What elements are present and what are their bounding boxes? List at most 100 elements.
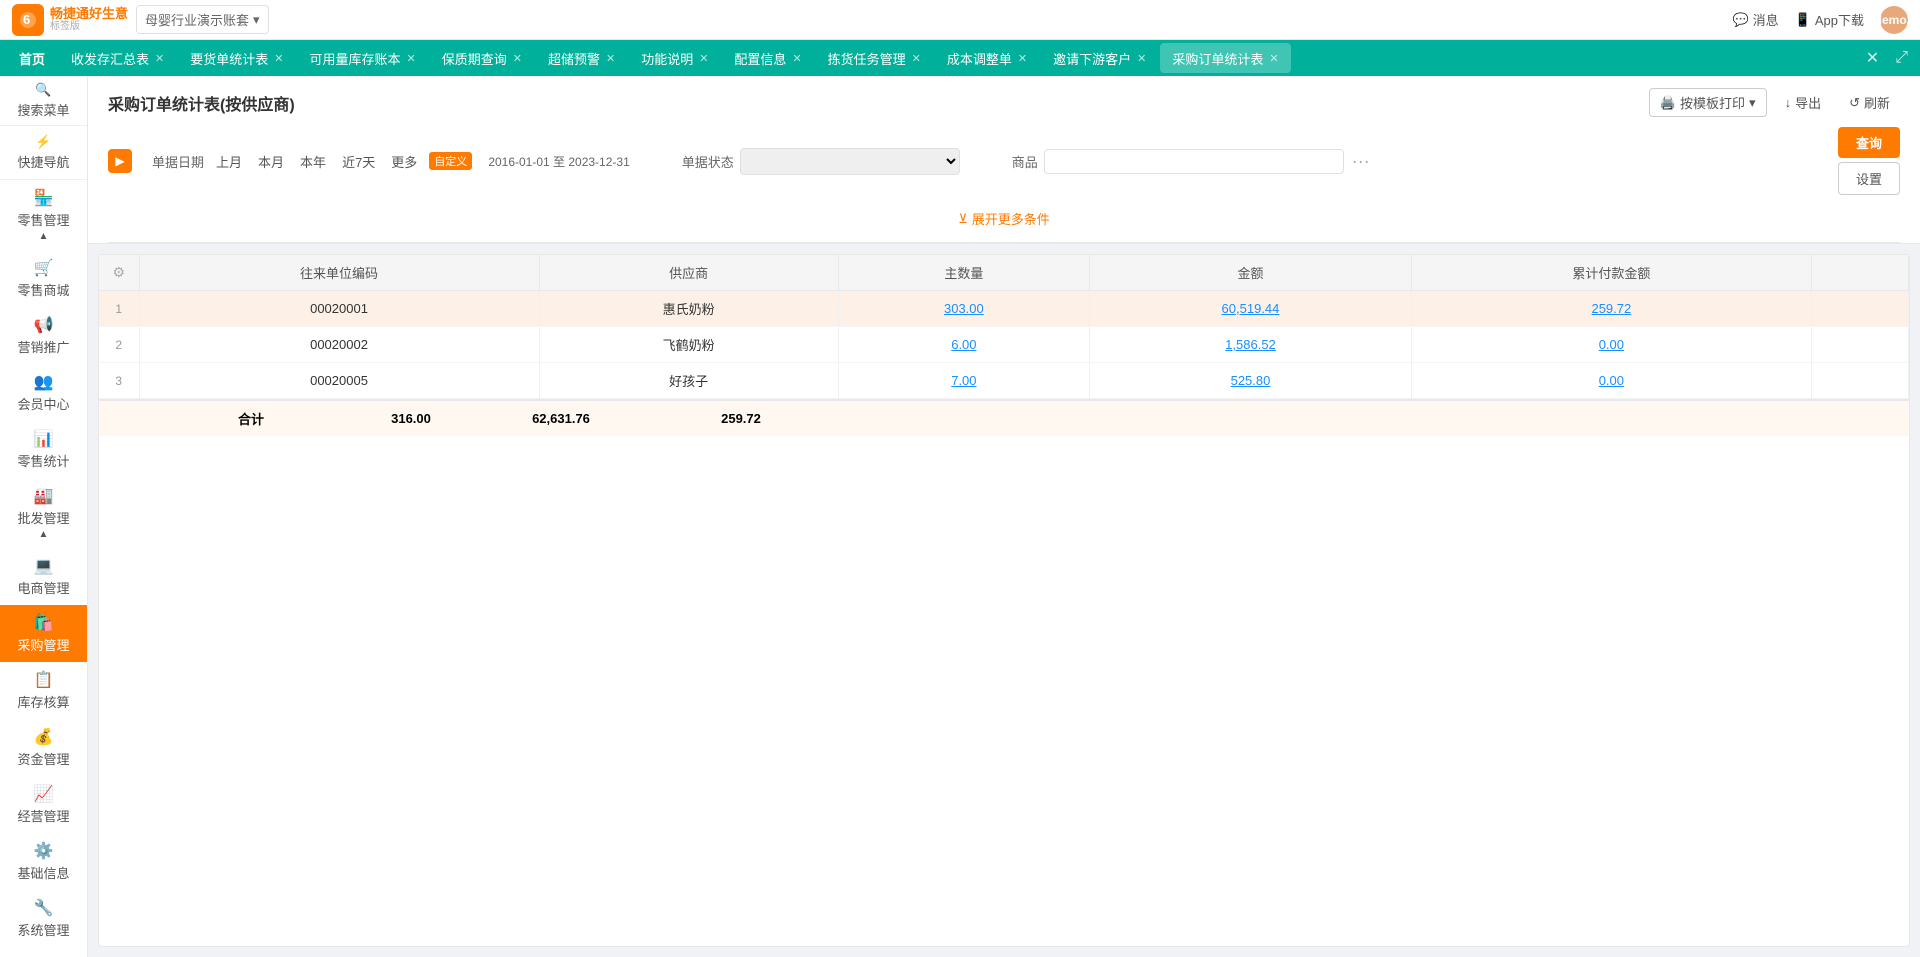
- sidebar-item-ecommerce[interactable]: 💻电商管理: [0, 548, 87, 605]
- filter-btn-this-year[interactable]: 本年: [294, 150, 332, 173]
- nav-tab-label: 邀请下游客户: [1053, 49, 1131, 68]
- nav-tab-close-icon[interactable]: ✕: [1018, 52, 1027, 65]
- search-icon: 🔍: [35, 82, 51, 98]
- content-area: 采购订单统计表(按供应商) 🖨️ 按模板打印 ▾ ↓ 导出 ↺ 刷新: [88, 76, 1920, 957]
- nav-tab-close-icon[interactable]: ✕: [155, 52, 164, 65]
- nav-tab-close-icon[interactable]: ✕: [407, 52, 416, 65]
- app-download-action[interactable]: 📱 App下载: [1795, 10, 1864, 29]
- sidebar-quick-nav-section: ⚡ 快捷导航: [0, 126, 87, 180]
- cell-supplier: 飞鹤奶粉: [539, 327, 838, 363]
- sidebar-item-retail-stats[interactable]: 📊 零售统计: [0, 421, 87, 478]
- sidebar-label-system: 系统管理: [17, 920, 69, 939]
- nav-close-btn[interactable]: ✕: [1860, 46, 1885, 70]
- col-amount: 金额: [1090, 255, 1412, 291]
- sidebar-item-basic[interactable]: ⚙️基础信息: [0, 833, 87, 890]
- nav-tab-超储预警[interactable]: 超储预警✕: [536, 43, 627, 73]
- filter-expand-btn[interactable]: ⊻ 展开更多条件: [952, 203, 1056, 234]
- filter-btn-7days[interactable]: 近7天: [336, 150, 381, 173]
- col-paid: 累计付款金额: [1411, 255, 1811, 291]
- sidebar-item-member[interactable]: 👥会员中心: [0, 364, 87, 421]
- sidebar-item-retail-store[interactable]: 🛒零售商城: [0, 250, 87, 307]
- filter-toggle-arrow[interactable]: ▶: [108, 149, 132, 173]
- user-avatar[interactable]: demo2: [1880, 6, 1908, 34]
- filter-goods-input[interactable]: [1044, 149, 1344, 174]
- nav-tab-邀请下游客户[interactable]: 邀请下游客户 ✕: [1041, 43, 1158, 73]
- nav-tab-首页[interactable]: 首页: [7, 43, 57, 73]
- workspace-selector[interactable]: 母婴行业演示账套 ▾: [136, 5, 269, 34]
- nav-tab-可用量库存账本[interactable]: 可用量库存账本✕: [297, 43, 427, 73]
- search-menu-button[interactable]: 🔍 搜索菜单: [0, 76, 87, 125]
- nav-tab-要货单统计表[interactable]: 要货单统计表✕: [178, 43, 295, 73]
- sidebar-item-enterprise[interactable]: 🤝企业协同: [0, 947, 87, 957]
- sidebar-icon-marketing: 📢: [34, 315, 54, 335]
- nav-right-actions: ✕ ⤢: [1860, 46, 1914, 70]
- filter-btn-more[interactable]: 更多: [385, 150, 423, 173]
- nav-expand-btn[interactable]: ⤢: [1889, 47, 1914, 69]
- nav-tab-close-icon[interactable]: ✕: [606, 52, 615, 65]
- table-row[interactable]: 3 00020005 好孩子 7.00 525.80 0.00: [99, 363, 1909, 399]
- refresh-button[interactable]: ↺ 刷新: [1839, 89, 1900, 116]
- sidebar-arrow-icon: ▲: [39, 529, 49, 540]
- export-button[interactable]: ↓ 导出: [1775, 89, 1832, 116]
- sidebar-item-finance[interactable]: 💰资金管理: [0, 719, 87, 776]
- filter-btn-this-month[interactable]: 本月: [252, 150, 290, 173]
- sidebar-icon-inventory: 📋: [34, 670, 54, 690]
- sidebar-item-wholesale[interactable]: 🏭 批发管理 ▲: [0, 478, 87, 548]
- sidebar-label-retail-stats: 零售统计: [17, 451, 69, 470]
- settings-button[interactable]: 设置: [1838, 162, 1900, 195]
- col-settings: ⚙: [99, 255, 139, 291]
- sidebar-label-wholesale: 批发管理: [17, 508, 69, 527]
- cell-extra: [1811, 363, 1908, 399]
- sidebar-icon-retail-stats: 📊: [34, 429, 54, 449]
- query-button[interactable]: 查询: [1838, 127, 1900, 158]
- filter-ellipsis-btn[interactable]: ···: [1352, 152, 1370, 170]
- sidebar-item-quick-nav[interactable]: ⚡ 快捷导航: [0, 126, 87, 179]
- nav-tab-收发存汇总表[interactable]: 收发存汇总表✕: [59, 43, 176, 73]
- nav-tab-label: 成本调整单: [947, 49, 1012, 68]
- data-table: ⚙ 往来单位编码 供应商 主数量 金额 累计付款金额 1 00020001 惠氏…: [99, 255, 1909, 399]
- nav-tab-保质期查询[interactable]: 保质期查询✕: [430, 43, 534, 73]
- sidebar-item-retail[interactable]: 🏪零售管理▲: [0, 180, 87, 250]
- page-actions: 🖨️ 按模板打印 ▾ ↓ 导出 ↺ 刷新: [1649, 88, 1900, 117]
- print-button[interactable]: 🖨️ 按模板打印 ▾: [1649, 88, 1767, 117]
- sidebar-label-finance: 资金管理: [17, 749, 69, 768]
- filter-status-select[interactable]: [740, 148, 960, 175]
- sidebar-item-system[interactable]: 🔧系统管理: [0, 890, 87, 947]
- nav-tab-close-icon[interactable]: ✕: [1137, 52, 1146, 65]
- nav-tab-成本调整单[interactable]: 成本调整单 ✕: [935, 43, 1039, 73]
- nav-tab-close-icon[interactable]: ✕: [513, 52, 522, 65]
- sidebar-item-inventory[interactable]: 📋 库存核算: [0, 662, 87, 719]
- sidebar-icon-wholesale: 🏭: [34, 486, 54, 506]
- app-download-icon: 📱: [1795, 12, 1811, 28]
- sidebar-item-purchase[interactable]: 🛍️采购管理: [0, 605, 87, 662]
- cell-amount: 525.80: [1090, 363, 1412, 399]
- filter-btn-last-month[interactable]: 上月: [210, 150, 248, 173]
- sidebar-item-operations[interactable]: 📈经营管理: [0, 776, 87, 833]
- table-row[interactable]: 1 00020001 惠氏奶粉 303.00 60,519.44 259.72: [99, 291, 1909, 327]
- sidebar-label-inventory: 库存核算: [17, 692, 69, 711]
- nav-tab-close-icon[interactable]: ✕: [699, 52, 708, 65]
- nav-tab-采购订单统计表[interactable]: 采购订单统计表✕: [1160, 43, 1290, 73]
- sidebar-label-member: 会员中心: [17, 394, 69, 413]
- filter-date-badge[interactable]: 自定义: [429, 152, 472, 170]
- sidebar-search-section: 🔍 搜索菜单: [0, 76, 87, 126]
- sidebar-item-marketing[interactable]: 📢 营销推广: [0, 307, 87, 364]
- refresh-icon: ↺: [1849, 95, 1860, 111]
- nav-tab-close-icon[interactable]: ✕: [274, 52, 283, 65]
- filter-action-btns: 查询 设置: [1838, 127, 1900, 195]
- cell-amount: 1,586.52: [1090, 327, 1412, 363]
- settings-icon[interactable]: ⚙: [112, 264, 125, 280]
- sidebar-icon-retail-store: 🛒: [34, 258, 54, 278]
- nav-tab-功能说明[interactable]: 功能说明✕: [629, 43, 720, 73]
- nav-tab-配置信息[interactable]: 配置信息✕: [722, 43, 813, 73]
- nav-tab-close-icon[interactable]: ✕: [912, 52, 921, 65]
- nav-tab-close-icon[interactable]: ✕: [792, 52, 801, 65]
- logo-area: 6 畅捷通好生意 标签版: [12, 4, 128, 36]
- nav-tab-拣货任务管理[interactable]: 拣货任务管理✕: [816, 43, 933, 73]
- nav-tab-close-icon[interactable]: ✕: [1269, 52, 1278, 65]
- cell-quantity: 7.00: [838, 363, 1090, 399]
- sidebar-label-marketing: 营销推广: [17, 337, 69, 356]
- table-row[interactable]: 2 00020002 飞鹤奶粉 6.00 1,586.52 0.00: [99, 327, 1909, 363]
- cell-quantity: 303.00: [838, 291, 1090, 327]
- message-action[interactable]: 💬 消息: [1732, 10, 1778, 29]
